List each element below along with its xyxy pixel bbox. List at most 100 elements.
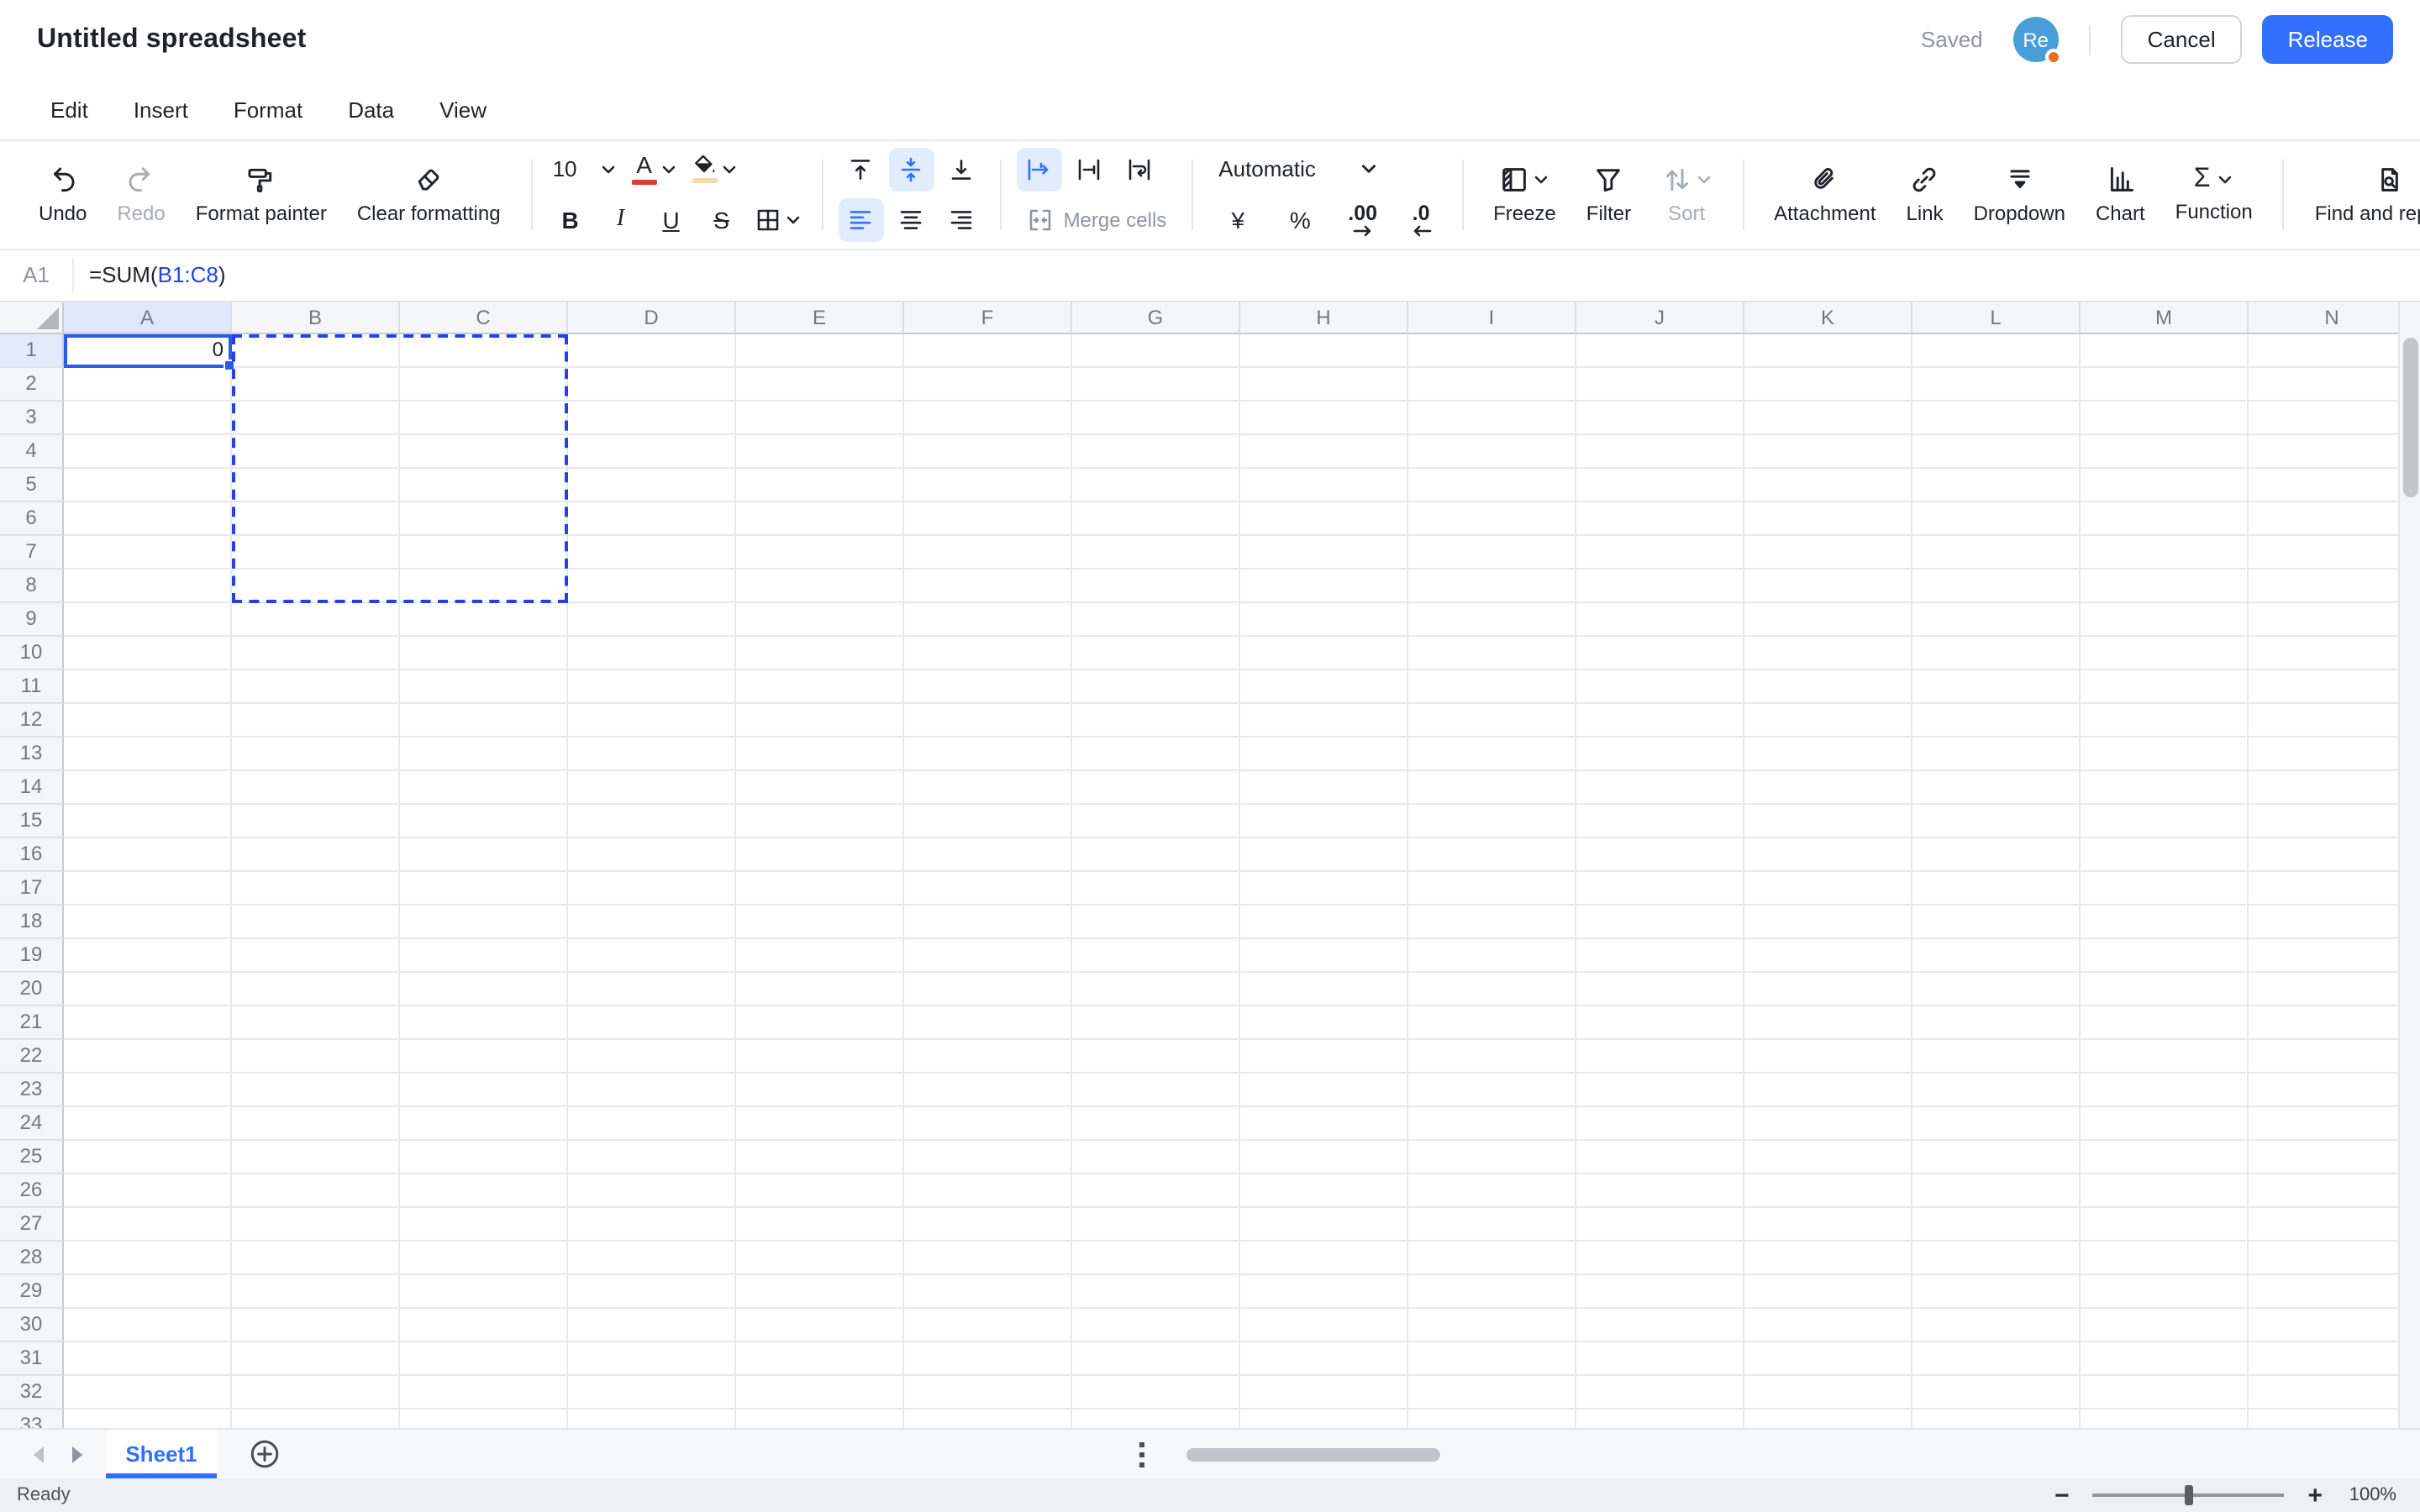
cell-h17[interactable]	[1240, 871, 1408, 906]
cell-h15[interactable]	[1240, 804, 1408, 838]
cell-k2[interactable]	[1744, 367, 1912, 402]
cell-g14[interactable]	[1072, 770, 1240, 805]
cell-d3[interactable]	[568, 401, 736, 435]
cell-g23[interactable]	[1072, 1073, 1240, 1107]
cell-l12[interactable]	[1912, 703, 2081, 738]
cell-b21[interactable]	[232, 1005, 400, 1040]
cell-j14[interactable]	[1576, 770, 1744, 805]
zoom-out-button[interactable]: −	[2054, 1483, 2070, 1508]
cell-l10[interactable]	[1912, 636, 2081, 670]
cell-j11[interactable]	[1576, 669, 1744, 704]
cell-d16[interactable]	[568, 837, 736, 872]
cell-f25[interactable]	[904, 1140, 1072, 1174]
cell-i17[interactable]	[1408, 871, 1576, 906]
cell-k10[interactable]	[1744, 636, 1912, 670]
cell-j29[interactable]	[1576, 1274, 1744, 1309]
cell-i16[interactable]	[1408, 837, 1576, 872]
cell-i31[interactable]	[1408, 1341, 1576, 1376]
next-sheet-arrow-icon[interactable]	[72, 1446, 82, 1463]
link-button[interactable]: Link	[1891, 148, 1959, 242]
column-header-e[interactable]: E	[736, 302, 904, 334]
cell-n33[interactable]	[2249, 1409, 2417, 1429]
cell-g11[interactable]	[1072, 669, 1240, 704]
cell-h5[interactable]	[1240, 468, 1408, 502]
cell-f13[interactable]	[904, 737, 1072, 771]
cell-b17[interactable]	[232, 871, 400, 906]
cell-e29[interactable]	[736, 1274, 904, 1309]
cell-a4[interactable]	[64, 434, 232, 469]
cell-j24[interactable]	[1576, 1106, 1744, 1141]
cell-c2[interactable]	[400, 367, 568, 402]
cell-h24[interactable]	[1240, 1106, 1408, 1141]
cell-e22[interactable]	[736, 1039, 904, 1074]
cell-l13[interactable]	[1912, 737, 2081, 771]
cell-a16[interactable]	[64, 837, 232, 872]
cell-l14[interactable]	[1912, 770, 2081, 805]
cell-j20[interactable]	[1576, 972, 1744, 1006]
cell-a29[interactable]	[64, 1274, 232, 1309]
cell-m25[interactable]	[2081, 1140, 2249, 1174]
cell-b19[interactable]	[232, 938, 400, 973]
cell-k15[interactable]	[1744, 804, 1912, 838]
cell-n7[interactable]	[2249, 535, 2417, 570]
cell-b33[interactable]	[232, 1409, 400, 1429]
zoom-in-button[interactable]: +	[2307, 1483, 2323, 1508]
cell-i11[interactable]	[1408, 669, 1576, 704]
cell-c12[interactable]	[400, 703, 568, 738]
column-header-f[interactable]: F	[904, 302, 1072, 334]
cell-l20[interactable]	[1912, 972, 2081, 1006]
cell-a8[interactable]	[64, 569, 232, 603]
cell-i27[interactable]	[1408, 1207, 1576, 1242]
cell-n31[interactable]	[2249, 1341, 2417, 1376]
undo-button[interactable]: Undo	[24, 148, 102, 242]
formula-input[interactable]: =SUM(B1:C8)	[74, 250, 2420, 301]
cell-a20[interactable]	[64, 972, 232, 1006]
cell-a31[interactable]	[64, 1341, 232, 1376]
cell-m26[interactable]	[2081, 1173, 2249, 1208]
cell-h8[interactable]	[1240, 569, 1408, 603]
menu-format[interactable]: Format	[234, 97, 302, 123]
cell-c8[interactable]	[400, 569, 568, 603]
cell-d12[interactable]	[568, 703, 736, 738]
cell-m19[interactable]	[2081, 938, 2249, 973]
cell-e8[interactable]	[736, 569, 904, 603]
row-header-17[interactable]: 17	[0, 871, 64, 906]
cell-a13[interactable]	[64, 737, 232, 771]
cell-l11[interactable]	[1912, 669, 2081, 704]
cell-h29[interactable]	[1240, 1274, 1408, 1309]
cell-g29[interactable]	[1072, 1274, 1240, 1309]
cell-m14[interactable]	[2081, 770, 2249, 805]
cell-l31[interactable]	[1912, 1341, 2081, 1376]
cell-k28[interactable]	[1744, 1241, 1912, 1275]
cell-m18[interactable]	[2081, 905, 2249, 939]
cell-l9[interactable]	[1912, 602, 2081, 637]
row-header-3[interactable]: 3	[0, 401, 64, 435]
cell-h11[interactable]	[1240, 669, 1408, 704]
cell-k4[interactable]	[1744, 434, 1912, 469]
cell-l17[interactable]	[1912, 871, 2081, 906]
row-header-4[interactable]: 4	[0, 434, 64, 469]
cell-d33[interactable]	[568, 1409, 736, 1429]
cell-h21[interactable]	[1240, 1005, 1408, 1040]
cell-m13[interactable]	[2081, 737, 2249, 771]
cell-d24[interactable]	[568, 1106, 736, 1141]
cell-i28[interactable]	[1408, 1241, 1576, 1275]
cell-g13[interactable]	[1072, 737, 1240, 771]
cell-e5[interactable]	[736, 468, 904, 502]
avatar[interactable]: Re	[2012, 17, 2062, 66]
row-header-26[interactable]: 26	[0, 1173, 64, 1208]
cell-h6[interactable]	[1240, 501, 1408, 536]
more-sheets-button[interactable]	[1139, 1441, 1144, 1467]
cell-e25[interactable]	[736, 1140, 904, 1174]
cell-d22[interactable]	[568, 1039, 736, 1074]
column-header-g[interactable]: G	[1072, 302, 1240, 334]
cell-b3[interactable]	[232, 401, 400, 435]
cell-a6[interactable]	[64, 501, 232, 536]
cell-e27[interactable]	[736, 1207, 904, 1242]
cell-k3[interactable]	[1744, 401, 1912, 435]
cell-i21[interactable]	[1408, 1005, 1576, 1040]
cell-j12[interactable]	[1576, 703, 1744, 738]
cell-f16[interactable]	[904, 837, 1072, 872]
row-header-14[interactable]: 14	[0, 770, 64, 805]
cell-d4[interactable]	[568, 434, 736, 469]
